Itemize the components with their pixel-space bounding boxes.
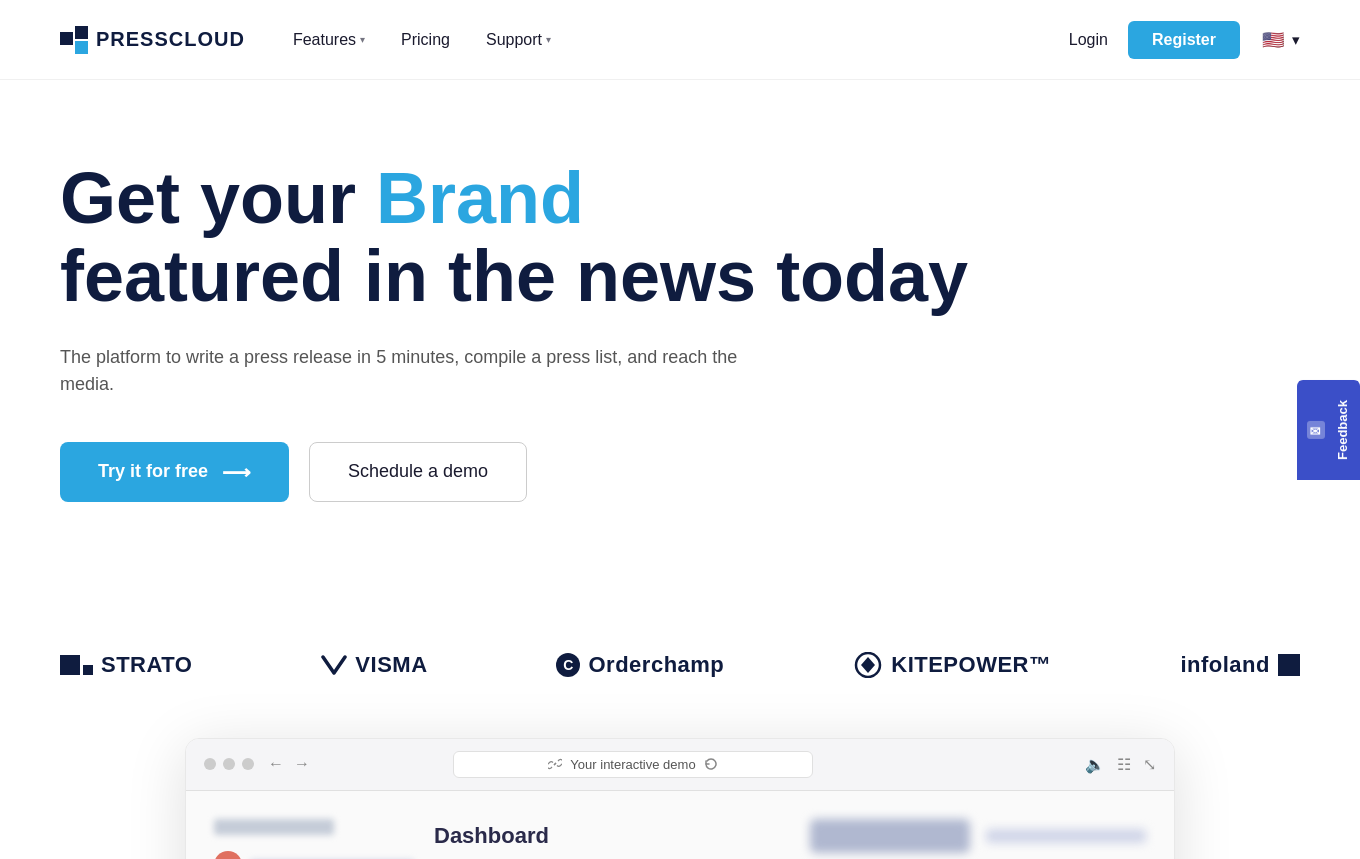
- support-chevron: ▾: [546, 34, 551, 45]
- link-icon: [548, 757, 562, 771]
- nav-features[interactable]: Features ▾: [293, 31, 365, 49]
- lang-chevron: ▾: [1292, 31, 1300, 49]
- demo-container: ← → Your interactive demo 🔈 ☷ ⤡: [125, 738, 1235, 860]
- orderchamp-logo: C Orderchamp: [556, 652, 724, 678]
- browser-nav: ← →: [268, 755, 310, 773]
- svg-rect-2: [75, 41, 88, 54]
- nav-links: Features ▾ Pricing Support ▾: [293, 31, 551, 49]
- nav-pricing-link[interactable]: Pricing: [401, 31, 450, 49]
- kitepower-logo: KITEPOWER™: [853, 652, 1051, 678]
- headline-suffix: featured in the news today: [60, 236, 968, 316]
- address-bar-text: Your interactive demo: [570, 757, 695, 772]
- browser-dots: [204, 758, 254, 770]
- logo-icon: [60, 26, 88, 54]
- browser-actions: 🔈 ☷ ⤡: [1085, 755, 1156, 774]
- browser-content: Dashboard Smart Press Release Suggestion…: [186, 791, 1174, 860]
- strato-logo: STRATO: [60, 652, 192, 678]
- infoland-logo: infoland: [1180, 652, 1300, 678]
- hero-subtext: The platform to write a press release in…: [60, 344, 760, 398]
- arrow-icon: ⟶: [222, 460, 251, 484]
- flag-icon: 🇺🇸: [1260, 27, 1286, 53]
- navbar: PRESSCLOUD Features ▾ Pricing Support ▾: [0, 0, 1360, 80]
- address-bar: Your interactive demo: [453, 751, 813, 778]
- nav-features-link[interactable]: Features ▾: [293, 31, 365, 49]
- orderchamp-icon: C: [556, 653, 580, 677]
- headline-brand-word: Brand: [376, 158, 584, 238]
- demo-cta-blur: [810, 819, 970, 853]
- headline-prefix: Get your: [60, 158, 376, 238]
- try-free-button[interactable]: Try it for free ⟶: [60, 442, 289, 502]
- navbar-right: Login Register 🇺🇸 ▾: [1069, 21, 1300, 59]
- demo-header-actions: [810, 819, 1146, 853]
- demo-main-header: Dashboard: [434, 819, 1146, 853]
- brand-name: PRESSCLOUD: [96, 28, 245, 51]
- back-icon[interactable]: ←: [268, 755, 284, 773]
- register-button[interactable]: Register: [1128, 21, 1240, 59]
- infoland-icon: [1278, 654, 1300, 676]
- demo-main: Dashboard Smart Press Release Suggestion…: [434, 819, 1146, 860]
- nav-pricing[interactable]: Pricing: [401, 31, 450, 49]
- login-button[interactable]: Login: [1069, 31, 1108, 49]
- fullscreen-icon[interactable]: ⤡: [1143, 755, 1156, 774]
- nav-support-link[interactable]: Support ▾: [486, 31, 551, 49]
- demo-sidebar-logo: [214, 819, 334, 835]
- kitepower-icon: [853, 652, 883, 678]
- language-selector[interactable]: 🇺🇸 ▾: [1260, 27, 1300, 53]
- strato-icon: [60, 655, 93, 675]
- svg-rect-1: [75, 26, 88, 39]
- schedule-demo-label: Schedule a demo: [348, 461, 488, 481]
- mute-icon[interactable]: 🔈: [1085, 755, 1105, 774]
- hero-section: Get your Brand featured in the news toda…: [0, 80, 1360, 632]
- browser-toolbar: ← → Your interactive demo 🔈 ☷ ⤡: [186, 739, 1174, 791]
- dot-red: [204, 758, 216, 770]
- settings-icon[interactable]: ☷: [1117, 755, 1131, 774]
- schedule-demo-button[interactable]: Schedule a demo: [309, 442, 527, 502]
- logos-strip: STRATO VISMA C Orderchamp KITEPOWER™ inf…: [0, 632, 1360, 738]
- feedback-label: Feedback: [1335, 400, 1350, 460]
- try-free-label: Try it for free: [98, 461, 208, 482]
- sidebar-avatar: [214, 851, 242, 860]
- demo-dashboard-title: Dashboard: [434, 823, 549, 849]
- feedback-tab[interactable]: ✉ Feedback: [1297, 380, 1360, 480]
- features-chevron: ▾: [360, 34, 365, 45]
- logo[interactable]: PRESSCLOUD: [60, 26, 245, 54]
- demo-inner: Dashboard Smart Press Release Suggestion…: [214, 819, 1146, 860]
- nav-support[interactable]: Support ▾: [486, 31, 551, 49]
- demo-sidebar-item-1: [214, 851, 414, 860]
- navbar-left: PRESSCLOUD Features ▾ Pricing Support ▾: [60, 26, 551, 54]
- hero-headline: Get your Brand featured in the news toda…: [60, 160, 1300, 316]
- visma-icon: [321, 655, 347, 675]
- demo-text-blur: [986, 829, 1146, 843]
- svg-rect-0: [60, 32, 73, 45]
- refresh-icon[interactable]: [704, 757, 718, 771]
- visma-logo: VISMA: [321, 652, 427, 678]
- browser-window: ← → Your interactive demo 🔈 ☷ ⤡: [185, 738, 1175, 860]
- feedback-icon: ✉: [1307, 421, 1325, 439]
- forward-icon[interactable]: →: [294, 755, 310, 773]
- dot-yellow: [223, 758, 235, 770]
- hero-buttons: Try it for free ⟶ Schedule a demo: [60, 442, 1300, 502]
- dot-green: [242, 758, 254, 770]
- demo-sidebar: [214, 819, 414, 860]
